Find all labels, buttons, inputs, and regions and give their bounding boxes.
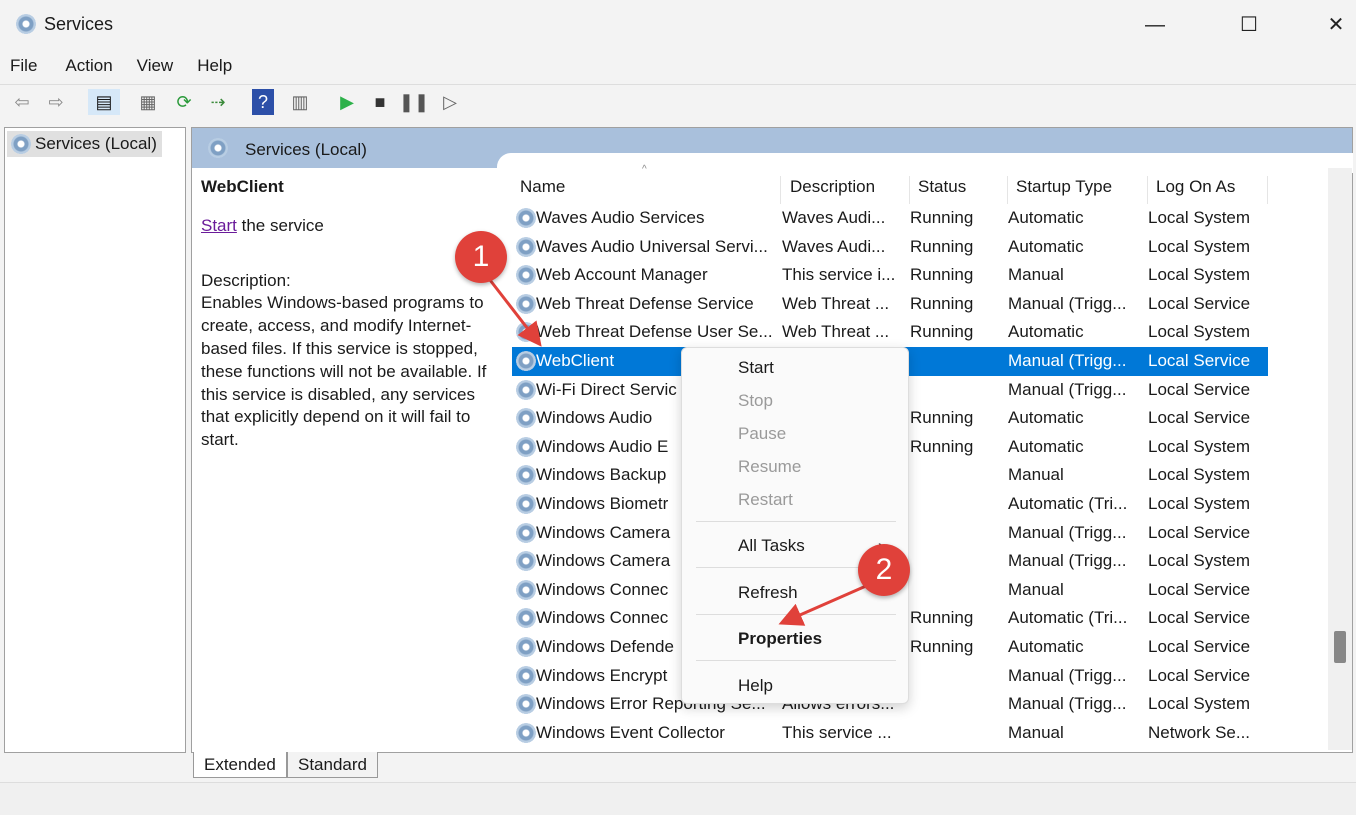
arrow-to-webclient (488, 279, 542, 347)
arrow-to-properties (778, 584, 867, 626)
annotation-badge-2: 2 (858, 544, 910, 596)
annotation-arrows (488, 279, 867, 626)
annotation-badge-1: 1 (455, 231, 507, 283)
